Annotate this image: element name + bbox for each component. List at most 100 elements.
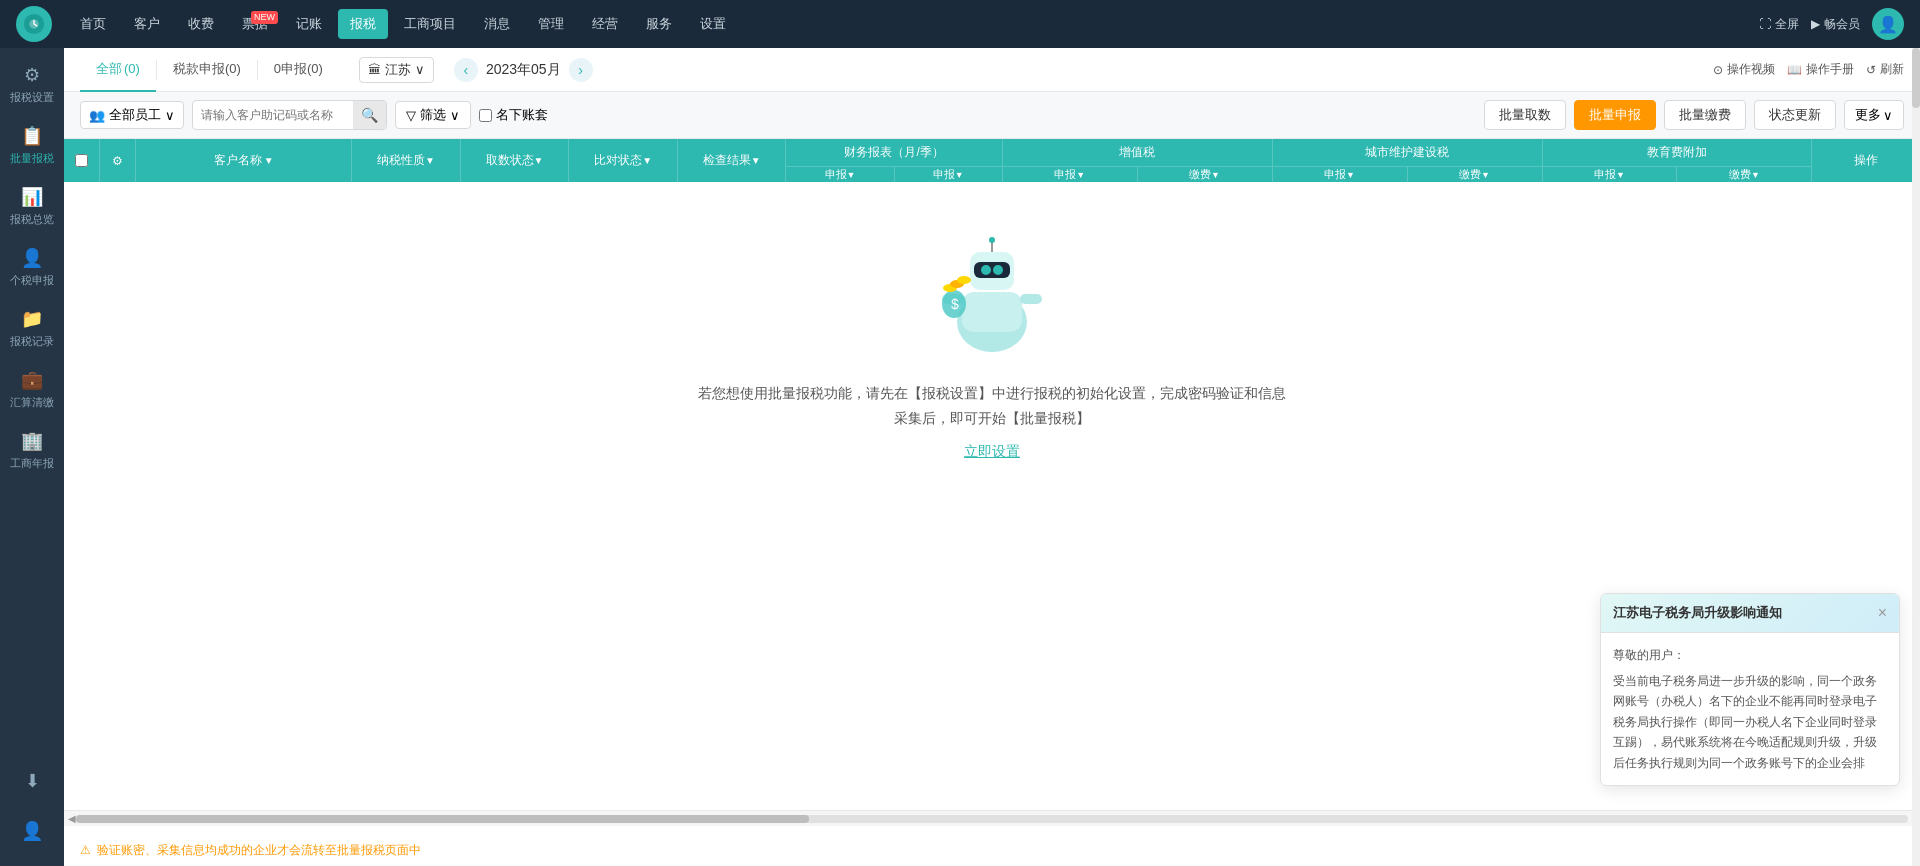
svg-point-6 <box>993 265 1003 275</box>
search-button[interactable]: 🔍 <box>353 101 386 129</box>
select-all-checkbox[interactable] <box>75 154 88 167</box>
fs0-sort-icon: ▼ <box>847 170 856 180</box>
sub-account-check-input[interactable] <box>479 109 492 122</box>
notice-close-button[interactable]: × <box>1878 604 1887 622</box>
sidebar-item-batch-tax[interactable]: 📋 批量报税 <box>2 117 62 174</box>
nav-accounting[interactable]: 记账 <box>284 9 334 39</box>
province-selector[interactable]: 🏛 江苏 ∨ <box>359 57 434 83</box>
notice-panel: 江苏电子税务局升级影响通知 × 尊敬的用户： 受当前电子税务局进一步升级的影响，… <box>1600 593 1900 786</box>
batch-declare-button[interactable]: 批量申报 <box>1574 100 1656 130</box>
app-logo[interactable] <box>16 6 52 42</box>
table-header: ⚙ 客户名称 ▼ 纳税性质 ▼ 取数状态 ▼ <box>64 139 1920 182</box>
notice-greeting: 尊敬的用户： <box>1613 645 1887 665</box>
fullscreen-button[interactable]: ⛶ 全屏 <box>1759 16 1799 33</box>
th-checkbox[interactable] <box>64 139 100 182</box>
more-chevron-icon: ∨ <box>1883 108 1893 123</box>
sidebar-item-annual-report[interactable]: 🏢 工商年报 <box>2 422 62 479</box>
scroll-thumb[interactable] <box>76 815 809 823</box>
nav-settings[interactable]: 设置 <box>688 9 738 39</box>
svg-point-8 <box>989 237 995 243</box>
video-tutorial-button[interactable]: ⊙ 操作视频 <box>1713 61 1775 78</box>
member-icon: ▶ <box>1811 17 1820 31</box>
filter-button[interactable]: ▽ 筛选 ∨ <box>395 101 471 129</box>
compare-sort-icon: ▼ <box>642 155 652 166</box>
nav-billing[interactable]: 收费 <box>176 9 226 39</box>
sidebar-bottom: ⬇ 👤 <box>2 762 62 854</box>
member-button[interactable]: ▶ 畅会员 <box>1811 16 1860 33</box>
nav-right-controls: ⛶ 全屏 ▶ 畅会员 👤 <box>1759 8 1904 40</box>
annual-report-icon: 🏢 <box>21 430 43 452</box>
scroll-track[interactable] <box>76 815 1908 823</box>
sidebar-item-tax-overview[interactable]: 📊 报税总览 <box>2 178 62 235</box>
download-icon: ⬇ <box>25 770 40 792</box>
nav-manage[interactable]: 管理 <box>526 9 576 39</box>
current-month: 2023年05月 <box>486 61 561 79</box>
notice-body: 尊敬的用户： 受当前电子税务局进一步升级的影响，同一个政务网账号（办税人）名下的… <box>1601 633 1899 785</box>
svg-rect-4 <box>974 262 1010 278</box>
nav-client[interactable]: 客户 <box>122 9 172 39</box>
book-icon: 📖 <box>1787 63 1802 77</box>
sidebar-item-personal-tax[interactable]: 👤 个税申报 <box>2 239 62 296</box>
setup-link[interactable]: 立即设置 <box>964 443 1020 461</box>
nav-message[interactable]: 消息 <box>472 9 522 39</box>
employee-icon: 👥 <box>89 108 105 123</box>
edu1-sort-icon: ▼ <box>1751 170 1760 180</box>
nav-menu: 首页 客户 收费 票据 NEW 记账 报税 工商项目 消息 管理 经营 服务 设… <box>68 9 1759 39</box>
tab-zero-declare[interactable]: 0申报(0) <box>258 48 339 92</box>
scrollbar-thumb[interactable] <box>1912 48 1920 108</box>
tab-bar: 全部(0) 税款申报(0) 0申报(0) 🏛 江苏 ∨ ‹ 2023年05月 ›… <box>64 48 1920 92</box>
play-icon: ⊙ <box>1713 63 1723 77</box>
nav-home[interactable]: 首页 <box>68 9 118 39</box>
next-month-button[interactable]: › <box>569 58 593 82</box>
province-icon: 🏛 <box>368 62 381 77</box>
tax-sort-icon: ▼ <box>425 155 435 166</box>
prev-month-button[interactable]: ‹ <box>454 58 478 82</box>
left-sidebar: ⚙ 报税设置 📋 批量报税 📊 报税总览 👤 个税申报 📁 报税记录 💼 汇算清… <box>0 48 64 866</box>
sidebar-user[interactable]: 👤 <box>2 812 62 850</box>
warning-icon: ⚠ <box>80 843 91 857</box>
chevron-down-icon: ∨ <box>415 62 425 77</box>
tax-overview-icon: 📊 <box>21 186 43 208</box>
tab-all[interactable]: 全部(0) <box>80 48 156 92</box>
svg-rect-2 <box>962 292 1022 332</box>
sidebar-download[interactable]: ⬇ <box>2 762 62 800</box>
nav-business[interactable]: 工商项目 <box>392 9 468 39</box>
refresh-button[interactable]: ↺ 刷新 <box>1866 61 1904 78</box>
nav-tax[interactable]: 报税 <box>338 9 388 39</box>
sidebar-item-annual-settlement[interactable]: 💼 汇算清缴 <box>2 361 62 418</box>
more-button[interactable]: 更多 ∨ <box>1844 100 1904 130</box>
fetch-sort-icon: ▼ <box>534 155 544 166</box>
sub-account-checkbox[interactable]: 名下账套 <box>479 106 548 124</box>
empty-state: $ 若您想使用批量报税功能，请先在【报税设置】中进行报税的初始化设置，完成密码验… <box>64 182 1920 501</box>
nav-service[interactable]: 服务 <box>634 9 684 39</box>
main-scrollbar[interactable] <box>1912 48 1920 866</box>
batch-tax-icon: 📋 <box>21 125 43 147</box>
tax-settings-icon: ⚙ <box>24 64 40 86</box>
personal-tax-icon: 👤 <box>21 247 43 269</box>
emp-chevron-icon: ∨ <box>165 108 175 123</box>
batch-pay-button[interactable]: 批量缴费 <box>1664 100 1746 130</box>
manual-button[interactable]: 📖 操作手册 <box>1787 61 1854 78</box>
sidebar-item-tax-records[interactable]: 📁 报税记录 <box>2 300 62 357</box>
th-setting[interactable]: ⚙ <box>100 139 136 182</box>
employee-selector[interactable]: 👥 全部员工 ∨ <box>80 101 184 129</box>
city0-sort-icon: ▼ <box>1346 170 1355 180</box>
tab-tax-declare[interactable]: 税款申报(0) <box>157 48 257 92</box>
sidebar-item-tax-settings[interactable]: ⚙ 报税设置 <box>2 56 62 113</box>
nav-operation[interactable]: 经营 <box>580 9 630 39</box>
bottom-hint: ⚠ 验证账密、采集信息均成功的企业才会流转至批量报税页面中 <box>64 834 1912 866</box>
vat0-sort-icon: ▼ <box>1076 170 1085 180</box>
user-icon: 👤 <box>21 820 43 842</box>
city1-sort-icon: ▼ <box>1481 170 1490 180</box>
search-input[interactable] <box>193 108 353 122</box>
empty-message: 若您想使用批量报税功能，请先在【报税设置】中进行报税的初始化设置，完成密码验证和… <box>692 381 1292 431</box>
batch-fetch-button[interactable]: 批量取数 <box>1484 100 1566 130</box>
status-update-button[interactable]: 状态更新 <box>1754 100 1836 130</box>
annual-settlement-icon: 💼 <box>21 369 43 391</box>
nav-invoice[interactable]: 票据 NEW <box>230 9 280 39</box>
horizontal-scrollbar[interactable]: ◀ <box>64 810 1912 826</box>
filter-chevron-icon: ∨ <box>450 108 460 123</box>
user-avatar[interactable]: 👤 <box>1872 8 1904 40</box>
svg-rect-10 <box>1020 294 1042 304</box>
tab-right-controls: ⊙ 操作视频 📖 操作手册 ↺ 刷新 <box>1713 61 1904 78</box>
